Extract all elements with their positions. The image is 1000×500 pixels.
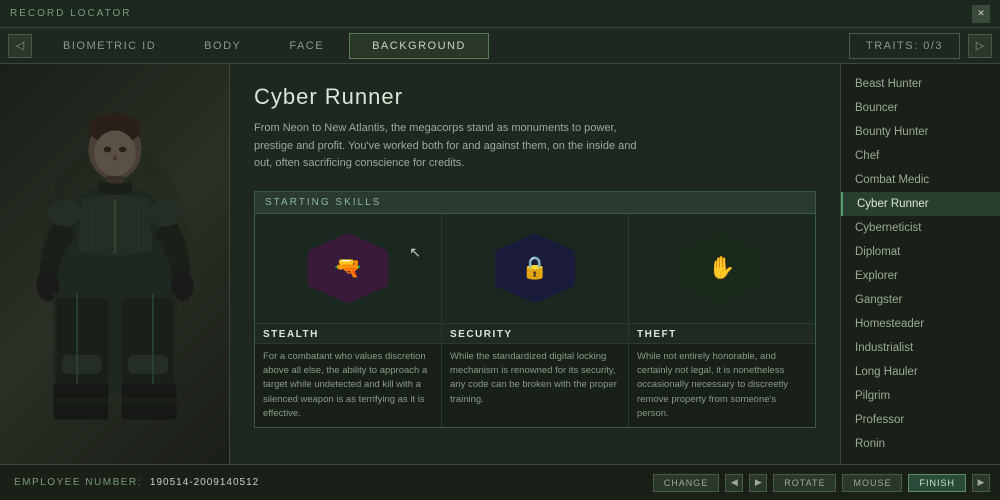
nav-tab-right-button[interactable]: ▷ — [968, 34, 992, 58]
sidebar-list: Beast HunterBouncerBounty HunterChefComb… — [840, 64, 1000, 464]
skill-card-stealth: 🔫 ↖ STEALTH For a combatant who values d… — [255, 214, 442, 427]
sidebar-item-industrialist[interactable]: Industrialist — [841, 336, 1000, 360]
character-panel — [0, 64, 230, 464]
finish-button[interactable]: FINISH — [908, 474, 966, 492]
traits-counter[interactable]: TRAITS: 0/3 — [849, 33, 960, 59]
security-desc: While the standardized digital locking m… — [442, 344, 628, 413]
info-panel: Cyber Runner From Neon to New Atlantis, … — [230, 64, 840, 464]
employee-label: EMPLOYEE NUMBER: — [14, 477, 142, 488]
skills-cards: 🔫 ↖ STEALTH For a combatant who values d… — [255, 214, 815, 427]
sidebar-item-professor[interactable]: Professor — [841, 408, 1000, 432]
theft-icon: ✋ — [708, 255, 735, 281]
main-content: Cyber Runner From Neon to New Atlantis, … — [0, 64, 1000, 464]
bottom-bar: EMPLOYEE NUMBER: 190514-2009140512 CHANG… — [0, 464, 1000, 500]
corner-icon: ✕ — [972, 5, 990, 23]
stealth-desc: For a combatant who values discretion ab… — [255, 344, 441, 427]
skill-card-security: 🔒 SECURITY While the standardized digita… — [442, 214, 629, 427]
top-bar-right: ✕ — [972, 5, 990, 23]
stealth-hexagon: 🔫 — [308, 233, 388, 303]
security-icon: 🔒 — [521, 255, 548, 281]
change-right-arrow[interactable]: ▶ — [749, 474, 767, 492]
sidebar-item-ronin[interactable]: Ronin — [841, 432, 1000, 456]
character-svg — [15, 104, 215, 464]
change-button[interactable]: CHANGE — [653, 474, 720, 492]
skills-section: STARTING SKILLS 🔫 ↖ STEALTH For a combat… — [254, 191, 816, 428]
tab-background[interactable]: BACKGROUND — [349, 33, 489, 59]
bottom-right-buttons: CHANGE ◀ ▶ ROTATE MOUSE FINISH ▶ — [653, 474, 990, 492]
sidebar-item-diplomat[interactable]: Diplomat — [841, 240, 1000, 264]
sidebar-item-cyberneticist[interactable]: Cyberneticist — [841, 216, 1000, 240]
theft-hexagon: ✋ — [682, 233, 762, 303]
change-left-arrow[interactable]: ◀ — [725, 474, 743, 492]
theft-desc: While not entirely honorable, and certai… — [629, 344, 815, 427]
stealth-icon-area: 🔫 ↖ — [255, 214, 441, 324]
sidebar-item-chef[interactable]: Chef — [841, 144, 1000, 168]
security-hexagon: 🔒 — [495, 233, 575, 303]
sidebar-item-cyber-runner[interactable]: Cyber Runner — [841, 192, 1000, 216]
employee-number: 190514-2009140512 — [150, 477, 259, 488]
tab-face[interactable]: FACE — [266, 33, 347, 59]
sidebar-item-homesteader[interactable]: Homesteader — [841, 312, 1000, 336]
mouse-button[interactable]: MOUSE — [842, 474, 902, 492]
cursor-arrow: ↖ — [409, 244, 421, 261]
tab-body[interactable]: BODY — [181, 33, 264, 59]
theft-name: THEFT — [629, 324, 815, 344]
sidebar-item-pilgrim[interactable]: Pilgrim — [841, 384, 1000, 408]
security-name: SECURITY — [442, 324, 628, 344]
sidebar-item-gangster[interactable]: Gangster — [841, 288, 1000, 312]
finish-right-arrow[interactable]: ▶ — [972, 474, 990, 492]
security-icon-area: 🔒 — [442, 214, 628, 324]
rotate-button[interactable]: ROTATE — [773, 474, 836, 492]
background-description: From Neon to New Atlantis, the megacorps… — [254, 120, 654, 173]
sidebar-item-bouncer[interactable]: Bouncer — [841, 96, 1000, 120]
character-figure — [0, 64, 229, 464]
background-title: Cyber Runner — [254, 84, 816, 110]
sidebar-item-combat-medic[interactable]: Combat Medic — [841, 168, 1000, 192]
sidebar-item-explorer[interactable]: Explorer — [841, 264, 1000, 288]
top-bar: RECORD LOCATOR ✕ — [0, 0, 1000, 28]
sidebar-item-bounty-hunter[interactable]: Bounty Hunter — [841, 120, 1000, 144]
sidebar-item-beast-hunter[interactable]: Beast Hunter — [841, 72, 1000, 96]
stealth-icon: 🔫 — [334, 255, 361, 281]
tab-biometric[interactable]: BIOMETRIC ID — [40, 33, 179, 59]
theft-icon-area: ✋ — [629, 214, 815, 324]
nav-tabs: ◁ BIOMETRIC ID BODY FACE BACKGROUND TRAI… — [0, 28, 1000, 64]
skill-card-theft: ✋ THEFT While not entirely honorable, an… — [629, 214, 815, 427]
stealth-name: STEALTH — [255, 324, 441, 344]
nav-tab-left-button[interactable]: ◁ — [8, 34, 32, 58]
skills-header: STARTING SKILLS — [255, 192, 815, 214]
sidebar-item-long-hauler[interactable]: Long Hauler — [841, 360, 1000, 384]
record-locator-label: RECORD LOCATOR — [10, 8, 132, 19]
